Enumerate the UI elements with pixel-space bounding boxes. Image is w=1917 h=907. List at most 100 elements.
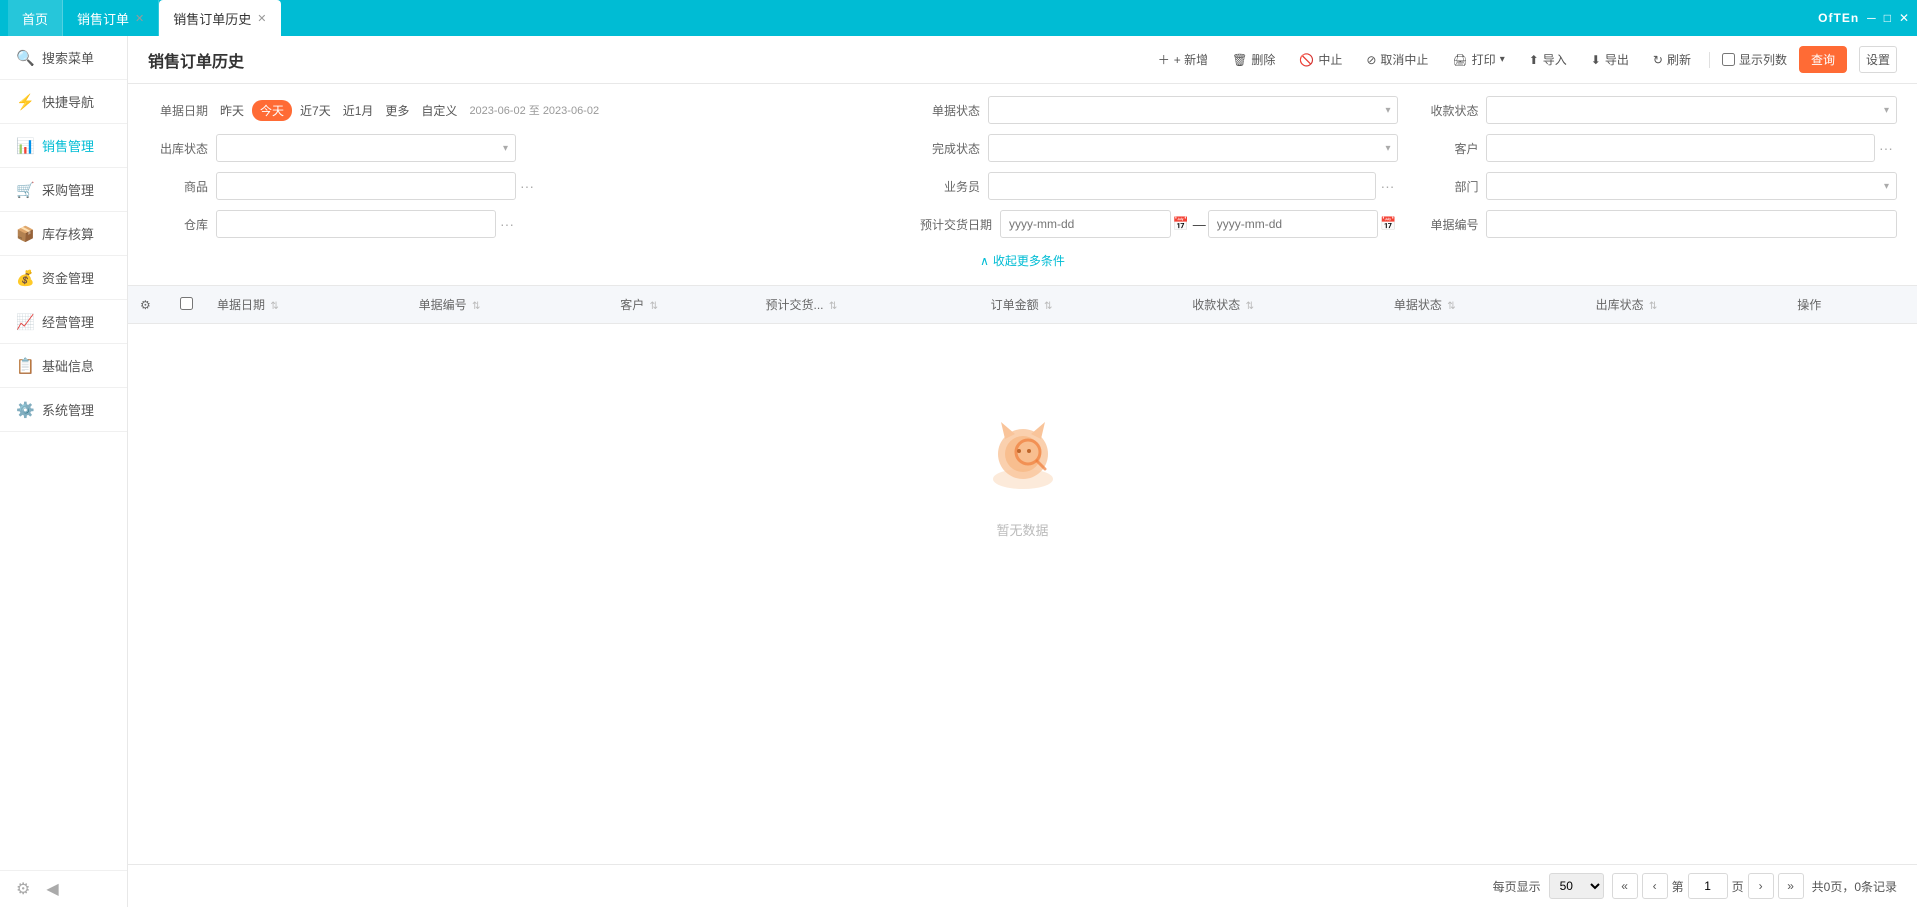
sidebar-item-finance[interactable]: 💰 资金管理	[0, 256, 127, 300]
th-receipt-status-sort-icon: ⇅	[1246, 301, 1254, 312]
calendar-from-icon[interactable]: 📅	[1173, 216, 1189, 232]
date-opt-custom[interactable]: 自定义	[417, 100, 461, 121]
product-ellipsis-icon[interactable]: ···	[516, 178, 538, 194]
refresh-button[interactable]: ↻ 刷新	[1647, 47, 1697, 72]
th-order-status[interactable]: 单据状态 ⇅	[1382, 286, 1584, 324]
finance-icon: 💰	[16, 269, 34, 287]
th-order-status-sort-icon: ⇅	[1447, 301, 1455, 312]
collapse-bar[interactable]: ∧ 收起更多条件	[148, 248, 1897, 273]
last-page-button[interactable]: »	[1778, 873, 1804, 899]
select-all-checkbox[interactable]	[180, 297, 193, 310]
tab-sales-order-history-close[interactable]: ✕	[257, 12, 266, 25]
cancel-stop-button[interactable]: ⊘ 取消中止	[1360, 47, 1434, 72]
filter-date: 单据日期 昨天 今天 近7天 近1月 更多 自定义 2023-06-02 至 2…	[148, 100, 900, 121]
sidebar-item-inventory[interactable]: 📦 库存核算	[0, 212, 127, 256]
first-page-button[interactable]: «	[1612, 873, 1638, 899]
delivery-date-to-input[interactable]	[1208, 210, 1379, 238]
new-button[interactable]: ＋ + 新增	[1152, 47, 1214, 72]
sales-mgmt-icon: 📊	[16, 137, 34, 155]
sidebar-item-sales-label: 销售管理	[42, 136, 94, 155]
tab-sales-order-history[interactable]: 销售订单历史 ✕	[159, 0, 281, 36]
tab-sales-order-close[interactable]: ✕	[135, 12, 144, 25]
delivery-date-from-input[interactable]	[1000, 210, 1171, 238]
settings-button[interactable]: 设置	[1859, 46, 1897, 73]
dept-label: 部门	[1418, 178, 1478, 195]
display-cols-check[interactable]: 显示列数	[1722, 51, 1787, 68]
filter-sales-rep: 业务员 ···	[900, 172, 1399, 200]
window-maximize[interactable]: □	[1884, 11, 1891, 25]
stop-button[interactable]: 🚫 中止	[1293, 47, 1348, 72]
sidebar-item-base-info[interactable]: 📋 基础信息	[0, 344, 127, 388]
cancel-stop-icon: ⊘	[1366, 53, 1376, 67]
completion-status-select[interactable]	[988, 134, 1399, 162]
tab-home-label: 首页	[22, 9, 48, 28]
collapse-up-icon: ∧	[980, 254, 989, 268]
import-label: 导入	[1543, 51, 1567, 68]
warehouse-input[interactable]	[216, 210, 496, 238]
receipt-status-select[interactable]	[1486, 96, 1897, 124]
tab-home[interactable]: 首页	[8, 0, 63, 36]
next-page-button[interactable]: ›	[1748, 873, 1774, 899]
th-customer[interactable]: 客户 ⇅	[608, 286, 753, 324]
th-order-no[interactable]: 单据编号 ⇅	[407, 286, 609, 324]
date-opt-7days[interactable]: 近7天	[296, 100, 335, 121]
sidebar-item-sales-mgmt[interactable]: 📊 销售管理	[0, 124, 127, 168]
warehouse-ellipsis-icon[interactable]: ···	[496, 216, 518, 232]
display-cols-checkbox[interactable]	[1722, 53, 1735, 66]
settings-gear-icon[interactable]: ⚙	[140, 298, 151, 312]
sales-rep-input[interactable]	[988, 172, 1377, 200]
th-amount[interactable]: 订单金额 ⇅	[979, 286, 1181, 324]
print-button[interactable]: 🖨 打印 ▾	[1446, 47, 1510, 72]
completion-status-select-wrap: ▾	[988, 134, 1399, 162]
import-button[interactable]: ⬆ 导入	[1523, 47, 1573, 72]
delete-icon: 🗑	[1232, 53, 1247, 67]
sidebar-item-quick-nav[interactable]: ⚡ 快捷导航	[0, 80, 127, 124]
date-separator: —	[1193, 217, 1206, 232]
sidebar-item-system-mgmt[interactable]: ⚙️ 系统管理	[0, 388, 127, 432]
delivery-status-select[interactable]	[216, 134, 516, 162]
sidebar-item-search-menu[interactable]: 🔍 搜索菜单	[0, 36, 127, 80]
date-opt-more[interactable]: 更多	[381, 100, 413, 121]
per-page-select[interactable]: 50 10 20 100	[1549, 873, 1604, 899]
dept-select[interactable]	[1486, 172, 1897, 200]
sales-rep-ellipsis-icon[interactable]: ···	[1376, 178, 1398, 194]
toolbar-divider	[1709, 52, 1710, 68]
date-opt-1month[interactable]: 近1月	[339, 100, 378, 121]
th-receipt-status-label: 收款状态	[1192, 298, 1240, 312]
query-label: 查询	[1811, 51, 1835, 68]
customer-ellipsis-icon[interactable]: ···	[1875, 140, 1897, 156]
window-close[interactable]: ✕	[1899, 11, 1909, 25]
product-input[interactable]	[216, 172, 516, 200]
sidebar-item-purchase-mgmt[interactable]: 🛒 采购管理	[0, 168, 127, 212]
th-delivery-status[interactable]: 出库状态 ⇅	[1584, 286, 1786, 324]
filter-row-4: 仓库 ··· 预计交货日期 📅 — 📅 单据编号	[148, 210, 1897, 238]
sidebar-item-operations[interactable]: 📈 经营管理	[0, 300, 127, 344]
th-date[interactable]: 单据日期 ⇅	[205, 286, 407, 324]
export-button[interactable]: ⬇ 导出	[1585, 47, 1635, 72]
window-minimize[interactable]: ─	[1867, 11, 1876, 25]
th-checkbox[interactable]	[168, 286, 205, 324]
date-opt-yesterday[interactable]: 昨天	[216, 100, 248, 121]
customer-label: 客户	[1418, 140, 1478, 157]
th-receipt-status[interactable]: 收款状态 ⇅	[1180, 286, 1382, 324]
customer-input[interactable]	[1486, 134, 1875, 162]
order-no-input[interactable]	[1486, 210, 1897, 238]
receipt-status-label: 收款状态	[1418, 102, 1478, 119]
brand-label: OfTEn	[1818, 11, 1859, 25]
order-status-select[interactable]	[988, 96, 1399, 124]
tab-sales-order[interactable]: 销售订单 ✕	[63, 0, 159, 36]
new-label: + 新增	[1174, 51, 1208, 68]
sidebar-settings-icon[interactable]: ⚙	[16, 879, 30, 899]
page-number-input[interactable]	[1688, 873, 1728, 899]
th-settings[interactable]: ⚙	[128, 286, 168, 324]
tab-sales-order-label: 销售订单	[77, 9, 129, 28]
date-range-text: 2023-06-02 至 2023-06-02	[469, 102, 599, 118]
top-bar-right: OfTEn ─ □ ✕	[1818, 11, 1909, 25]
sidebar-collapse-icon[interactable]: ◀	[46, 879, 58, 899]
query-button[interactable]: 查询	[1799, 46, 1847, 73]
prev-page-button[interactable]: ‹	[1642, 873, 1668, 899]
delete-button[interactable]: 🗑 删除	[1226, 47, 1281, 72]
th-delivery-date[interactable]: 预计交货... ⇅	[753, 286, 978, 324]
date-opt-today[interactable]: 今天	[252, 100, 292, 121]
calendar-to-icon[interactable]: 📅	[1380, 216, 1396, 232]
